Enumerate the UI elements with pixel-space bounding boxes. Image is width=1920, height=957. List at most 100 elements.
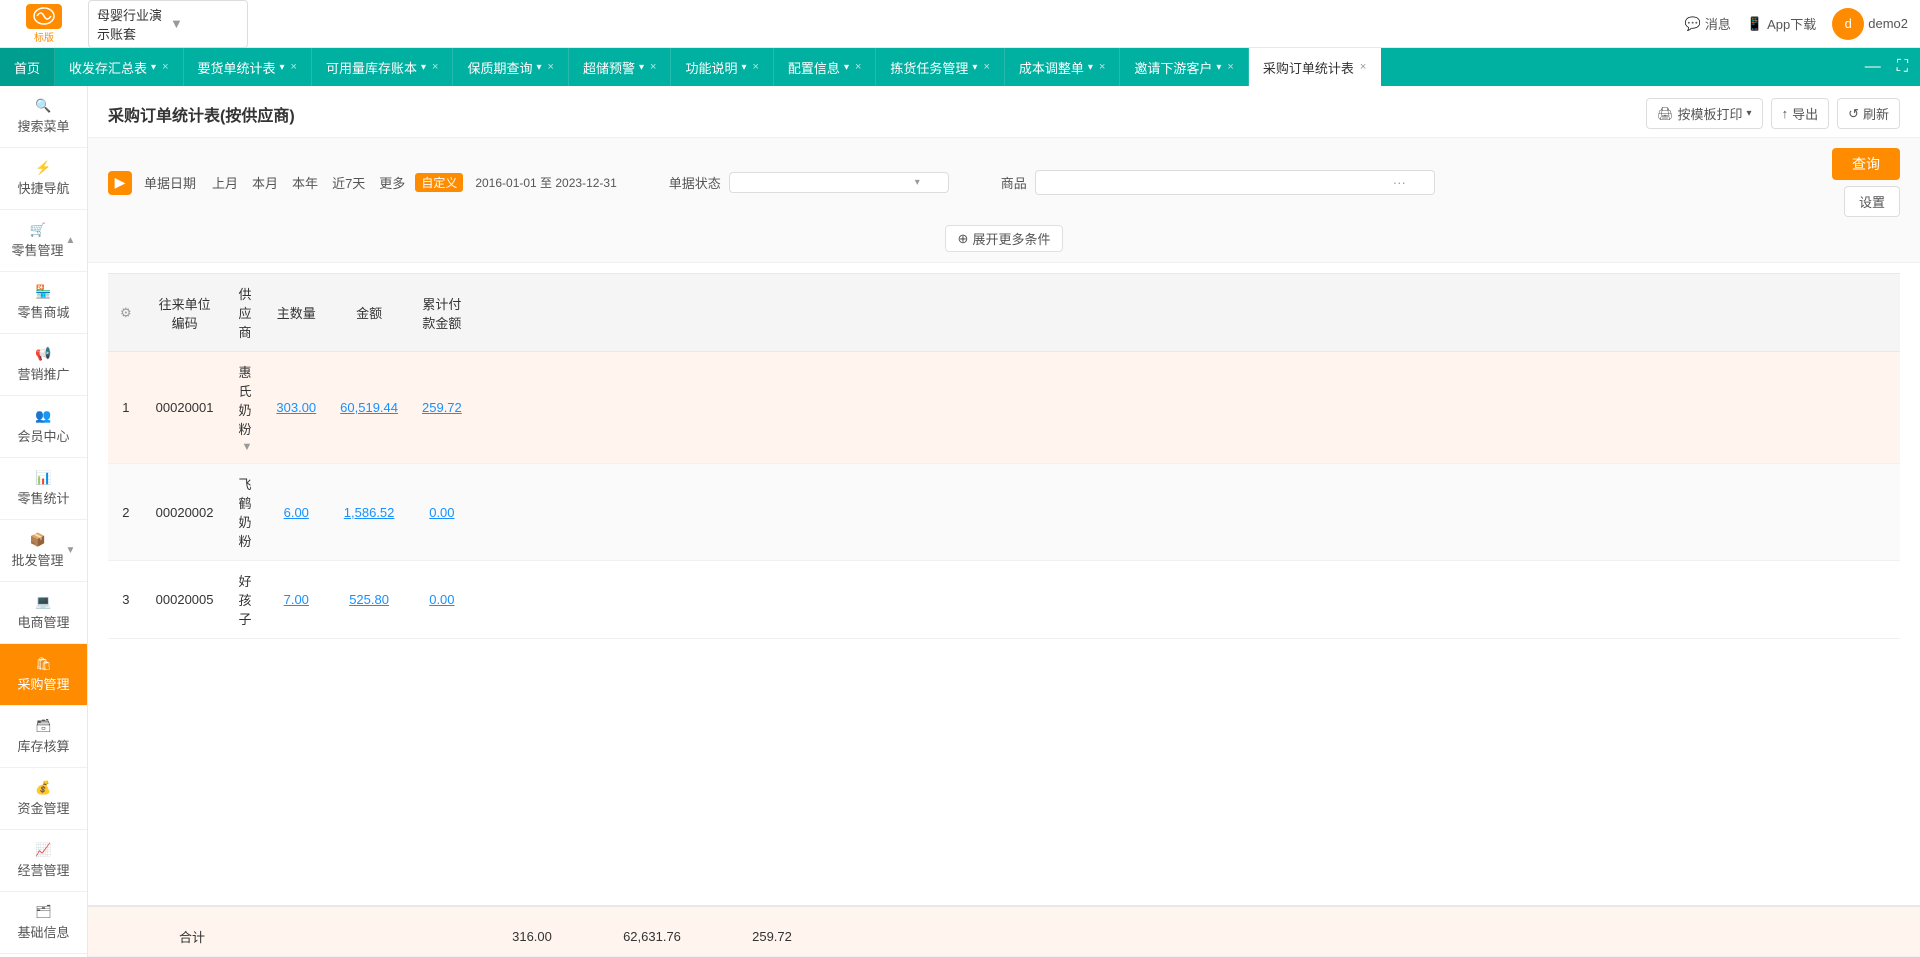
ecommerce-icon: 💻 <box>0 594 87 610</box>
sidebar: 🔍 搜索菜单 ⚡ 快捷导航 🛒 零售管理 ▲ 🏪 零售商城 📢 营销推广 👥 会… <box>0 86 88 957</box>
date-range-text: 2016-01-01 至 2023-12-31 <box>475 174 616 191</box>
sidebar-item-retail[interactable]: 🛒 零售管理 ▲ <box>0 210 87 272</box>
tab-chengben[interactable]: 成本调整单 ▾ × <box>1005 48 1120 86</box>
tab-peizhi[interactable]: 配置信息 ▾ × <box>774 48 876 86</box>
expand-more-label: 展开更多条件 <box>972 229 1050 248</box>
workspace-selector[interactable]: 母婴行业演示账套 ▼ <box>88 0 248 48</box>
sidebar-item-ecommerce[interactable]: 💻 电商管理 <box>0 582 87 644</box>
sidebar-item-member[interactable]: 👥 会员中心 <box>0 396 87 458</box>
tab-home[interactable]: 首页 <box>0 48 55 86</box>
sidebar-item-retail-shop[interactable]: 🏪 零售商城 <box>0 272 87 334</box>
expand-row-icon: ▼ <box>242 441 253 453</box>
cell-paid-3[interactable]: 0.00 <box>410 561 474 639</box>
date-filter-label: 单据日期 <box>144 173 196 192</box>
tab-zhahuo[interactable]: 拣货任务管理 ▾ × <box>876 48 1004 86</box>
sidebar-item-retail-stat[interactable]: 📊 零售统计 <box>0 458 87 520</box>
member-icon: 👥 <box>0 408 87 424</box>
tab-close-icon[interactable]: × <box>291 61 297 73</box>
tab-close-icon[interactable]: × <box>855 61 861 73</box>
shortcut-this-month[interactable]: 本月 <box>248 171 282 194</box>
tab-chaozhu[interactable]: 超储预警 ▾ × <box>569 48 671 86</box>
logo-icon <box>26 4 62 29</box>
filter-toggle-btn[interactable]: ▶ <box>108 171 132 195</box>
user-profile[interactable]: d demo2 <box>1832 8 1908 40</box>
tab-close-icon[interactable]: × <box>1227 61 1233 73</box>
sidebar-item-search[interactable]: 🔍 搜索菜单 <box>0 86 87 148</box>
search-icon: 🔍 <box>0 98 87 114</box>
tab-close-icon[interactable]: × <box>1099 61 1105 73</box>
message-btn[interactable]: 💬 消息 <box>1685 14 1731 33</box>
message-icon: 💬 <box>1685 16 1701 32</box>
print-button[interactable]: 🖨 按模板打印 ▾ <box>1646 98 1763 129</box>
tab-shoufacun-label: 收发存汇总表 <box>69 58 147 77</box>
tab-gongneng-label: 功能说明 <box>685 58 737 77</box>
retail-icon: 🛒 <box>12 222 64 238</box>
tab-close-icon[interactable]: × <box>752 61 758 73</box>
cell-qty-1[interactable]: 303.00 <box>264 352 328 464</box>
expand-more-btn[interactable]: ⊕ 展开更多条件 <box>945 225 1064 252</box>
tab-close-icon[interactable]: × <box>1360 61 1366 73</box>
cell-qty-3[interactable]: 7.00 <box>264 561 328 639</box>
sidebar-item-wholesale[interactable]: 📦 批发管理 ▼ <box>0 520 87 582</box>
shortcut-this-year[interactable]: 本年 <box>288 171 322 194</box>
minimize-icon[interactable]: — <box>1861 54 1885 80</box>
cell-amount-2[interactable]: 1,586.52 <box>328 464 410 561</box>
sidebar-label-quick: 快捷导航 <box>0 178 87 197</box>
tab-close-icon[interactable]: × <box>983 61 989 73</box>
status-select[interactable]: ▾ <box>729 172 949 193</box>
tab-shoufacun[interactable]: 收发存汇总表 ▾ × <box>55 48 183 86</box>
sidebar-item-basic[interactable]: 🗂 基础信息 <box>0 892 87 954</box>
query-button[interactable]: 查询 <box>1832 148 1900 180</box>
expand-more-row: ⊕ 展开更多条件 <box>108 225 1900 252</box>
cell-amount-3[interactable]: 525.80 <box>328 561 410 639</box>
maximize-icon[interactable]: ⛶ <box>1893 54 1912 80</box>
cell-no-3: 3 <box>108 561 144 639</box>
settings-button[interactable]: 设置 <box>1844 186 1900 217</box>
tab-baozhiqi[interactable]: 保质期查询 ▾ × <box>453 48 568 86</box>
cell-qty-2[interactable]: 6.00 <box>264 464 328 561</box>
tab-close-icon[interactable]: × <box>432 61 438 73</box>
page-header: 采购订单统计表(按供应商) 🖨 按模板打印 ▾ ↑ 导出 ↺ 刷新 <box>88 86 1920 138</box>
sidebar-item-finance[interactable]: 💰 资金管理 <box>0 768 87 830</box>
shortcut-last-month[interactable]: 上月 <box>208 171 242 194</box>
logo: 标版 <box>12 4 76 44</box>
tab-keyong[interactable]: 可用量库存账本 ▾ × <box>312 48 453 86</box>
tab-close-icon[interactable]: × <box>162 61 168 73</box>
sidebar-item-quick-nav[interactable]: ⚡ 快捷导航 <box>0 148 87 210</box>
cell-paid-2[interactable]: 0.00 <box>410 464 474 561</box>
stats-icon: 📊 <box>0 470 87 486</box>
cell-supplier-1: 惠氏奶粉 ▼ <box>226 352 265 464</box>
export-label: 导出 <box>1792 104 1818 123</box>
sidebar-item-inventory[interactable]: 🗃 库存核算 <box>0 706 87 768</box>
sidebar-item-marketing[interactable]: 📢 营销推广 <box>0 334 87 396</box>
sidebar-label-purchase: 采购管理 <box>0 674 87 693</box>
app-download-btn[interactable]: 📱 App下载 <box>1747 14 1816 33</box>
th-code: 往来单位编码 <box>144 274 226 352</box>
tab-caigou[interactable]: 采购订单统计表 × <box>1249 48 1381 86</box>
shortcut-more[interactable]: 更多 <box>375 171 409 194</box>
workspace-arrow-icon: ▼ <box>170 16 239 31</box>
goods-select[interactable]: ··· <box>1035 170 1435 195</box>
export-button[interactable]: ↑ 导出 <box>1771 98 1830 129</box>
table-body: 1 00020001 惠氏奶粉 ▼ 303.00 60,519.44 259.7… <box>108 352 1900 639</box>
tab-close-icon[interactable]: × <box>548 61 554 73</box>
shortcut-7days[interactable]: 近7天 <box>328 171 369 194</box>
cell-paid-1[interactable]: 259.72 <box>410 352 474 464</box>
sidebar-item-operations[interactable]: 📈 经营管理 <box>0 830 87 892</box>
chevron-down-icon: ▾ <box>741 62 746 73</box>
column-settings-icon[interactable]: ⚙ <box>120 305 132 320</box>
tab-gongneng[interactable]: 功能说明 ▾ × <box>671 48 773 86</box>
table-row: 1 00020001 惠氏奶粉 ▼ 303.00 60,519.44 259.7… <box>108 352 1900 464</box>
tab-yaohuo[interactable]: 要货单统计表 ▾ × <box>184 48 312 86</box>
tab-yaoqing[interactable]: 邀请下游客户 ▾ × <box>1120 48 1248 86</box>
sidebar-item-purchase[interactable]: 🛍 采购管理 <box>0 644 87 706</box>
chevron-down-icon: ▾ <box>1088 62 1093 73</box>
print-label: 按模板打印 <box>1678 104 1743 123</box>
tab-close-icon[interactable]: × <box>650 61 656 73</box>
custom-date-badge[interactable]: 自定义 <box>415 173 463 192</box>
refresh-button[interactable]: ↺ 刷新 <box>1837 98 1900 129</box>
app-download-label: App下载 <box>1767 14 1816 33</box>
avatar: d <box>1832 8 1864 40</box>
username-label: demo2 <box>1868 16 1908 31</box>
cell-amount-1[interactable]: 60,519.44 <box>328 352 410 464</box>
